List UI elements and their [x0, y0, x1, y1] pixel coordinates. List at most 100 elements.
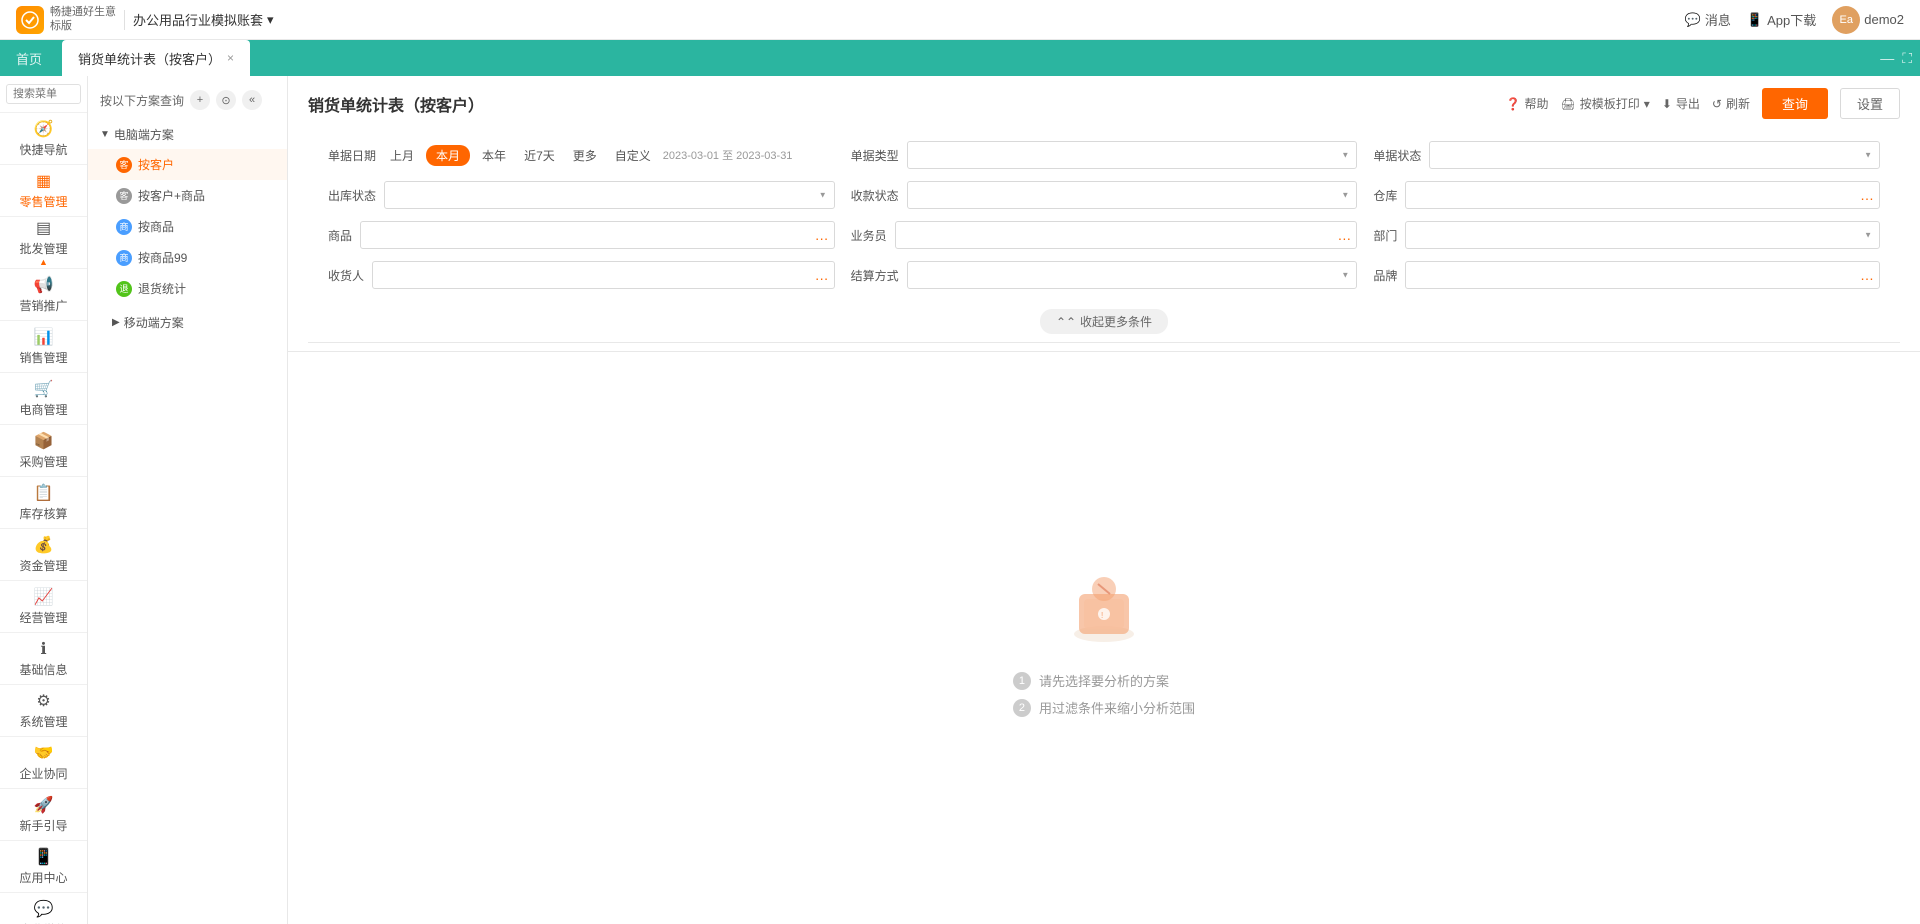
marketing-icon: 📢 — [34, 275, 54, 295]
sidebar-item-wechat[interactable]: 💬 企业微信 — [0, 893, 87, 924]
department-select[interactable] — [1405, 221, 1880, 249]
date-tab-this-month[interactable]: 本月 — [426, 145, 470, 166]
collapse-icon: ⌃⌃ — [1056, 315, 1076, 329]
nav-section-desktop-title[interactable]: ▼ 电脑端方案 — [88, 120, 287, 149]
doc-type-select[interactable] — [907, 141, 1358, 169]
warehouse-dots-icon[interactable]: … — [1860, 187, 1874, 203]
empty-tip-1: 1 请先选择要分析的方案 — [1013, 671, 1195, 690]
query-button[interactable]: 查询 — [1762, 88, 1828, 119]
sidebar-item-finance[interactable]: 💰 资金管理 — [0, 529, 87, 581]
returns-icon: 退 — [116, 281, 132, 297]
onboarding-icon: 🚀 — [34, 795, 54, 815]
retail-icon: ▦ — [36, 171, 51, 191]
app-logo-icon — [16, 6, 44, 34]
brand-dots-icon[interactable]: … — [1860, 267, 1874, 283]
system-icon: ⚙ — [36, 691, 50, 711]
sidebar-item-quick-nav[interactable]: 🧭 快捷导航 — [0, 113, 87, 165]
nav-item-customer-goods[interactable]: 客 按客户+商品 — [88, 180, 287, 211]
search-input[interactable] — [6, 84, 81, 104]
brand-control: … — [1405, 261, 1880, 289]
consignee-input[interactable] — [372, 261, 835, 289]
sidebar-item-operations[interactable]: 📈 经营管理 — [0, 581, 87, 633]
consignee-control: … — [372, 261, 835, 289]
sidebar-item-ecommerce[interactable]: 🛒 电商管理 — [0, 373, 87, 425]
nav-item-by-goods[interactable]: 商 按商品 — [88, 211, 287, 242]
sidebar-item-wholesale[interactable]: ▤ 批发管理 ▲ — [0, 217, 87, 269]
nav-collapse-button[interactable]: « — [242, 90, 262, 110]
avatar: Ea — [1832, 6, 1860, 34]
user-profile[interactable]: Ea demo2 — [1832, 6, 1904, 34]
print-icon: 🖨 — [1561, 97, 1576, 111]
help-button[interactable]: ❓ 帮助 — [1506, 95, 1549, 112]
download-icon: 📱 — [1747, 12, 1763, 28]
filter-consignee: 收货人 … — [328, 261, 835, 289]
filter-salesman: 业务员 … — [851, 221, 1358, 249]
sidebar-item-inventory[interactable]: 📋 库存核算 — [0, 477, 87, 529]
date-filter: 上月 本月 本年 近7天 更多 自定义 2023-03-01 至 2023-03… — [384, 145, 792, 166]
sidebar-item-onboarding[interactable]: 🚀 新手引导 — [0, 789, 87, 841]
salesman-input[interactable] — [895, 221, 1358, 249]
page-actions: ❓ 帮助 🖨 按模板打印 ▾ ⬇ 导出 ↺ — [1506, 88, 1900, 119]
tab-close-icon[interactable]: × — [227, 51, 234, 65]
header-company-selector[interactable]: 办公用品行业模拟账套 ▾ — [133, 10, 274, 29]
filter-brand: 品牌 … — [1373, 261, 1880, 289]
doc-status-select[interactable] — [1429, 141, 1880, 169]
filter-date: 单据日期 上月 本月 本年 近7天 更多 自定义 2023-03-01 至 20… — [328, 145, 835, 166]
operations-icon: 📈 — [34, 587, 54, 607]
salesman-dots-icon[interactable]: … — [1337, 227, 1351, 243]
sales-icon: 📊 — [34, 327, 54, 347]
nav-section-mobile-title[interactable]: ▶ 移动端方案 — [88, 308, 287, 337]
goods-input[interactable] — [360, 221, 835, 249]
collapse-button[interactable]: ⌃⌃ 收起更多条件 — [1040, 309, 1168, 334]
date-tab-this-year[interactable]: 本年 — [476, 145, 512, 166]
header-left: 畅捷通好生意 标版 办公用品行业模拟账套 ▾ — [16, 6, 274, 34]
goods-dots-icon[interactable]: … — [815, 227, 829, 243]
app-download-button[interactable]: 📱 App下载 — [1747, 10, 1816, 29]
nav-item-by-goods99[interactable]: 商 按商品99 — [88, 242, 287, 273]
date-tab-custom[interactable]: 自定义 — [609, 145, 657, 166]
goods-icon: 商 — [116, 219, 132, 235]
refresh-button[interactable]: ↺ 刷新 — [1712, 95, 1750, 112]
print-button[interactable]: 🖨 按模板打印 ▾ — [1561, 95, 1650, 112]
goods-control: … — [360, 221, 835, 249]
settlement-select[interactable] — [907, 261, 1358, 289]
export-icon: ⬇ — [1662, 97, 1672, 111]
warehouse-input[interactable] — [1405, 181, 1880, 209]
sidebar-item-marketing[interactable]: 📢 营销推广 — [0, 269, 87, 321]
header-right: 💬 消息 📱 App下载 Ea demo2 — [1685, 6, 1904, 34]
receipt-status-select[interactable] — [907, 181, 1358, 209]
message-button[interactable]: 💬 消息 — [1685, 10, 1731, 29]
out-status-select[interactable] — [384, 181, 835, 209]
date-tab-more[interactable]: 更多 — [567, 145, 603, 166]
sidebar-item-collab[interactable]: 🤝 企业协同 — [0, 737, 87, 789]
filter-department: 部门 — [1373, 221, 1880, 249]
date-tab-last-month[interactable]: 上月 — [384, 145, 420, 166]
basic-info-icon: ℹ — [40, 639, 46, 659]
collapse-bar: ⌃⌃ 收起更多条件 — [308, 301, 1900, 343]
filter-warehouse: 仓库 … — [1373, 181, 1880, 209]
sidebar-item-app-center[interactable]: 📱 应用中心 — [0, 841, 87, 893]
filter-area: 单据日期 上月 本月 本年 近7天 更多 自定义 2023-03-01 至 20… — [308, 129, 1900, 301]
nav-item-by-customer[interactable]: 客 按客户 — [88, 149, 287, 180]
nav-item-returns[interactable]: 退 退货统计 — [88, 273, 287, 304]
settings-button[interactable]: 设置 — [1840, 88, 1900, 119]
sidebar-item-sales[interactable]: 📊 销售管理 — [0, 321, 87, 373]
nav-settings-button[interactable]: ⊙ — [216, 90, 236, 110]
filter-goods: 商品 … — [328, 221, 835, 249]
tab-minimize-icon[interactable]: — — [1880, 50, 1894, 66]
nav-add-button[interactable]: + — [190, 90, 210, 110]
tab-sales-stats[interactable]: 销货单统计表（按客户） × — [62, 40, 250, 76]
tab-expand-icon[interactable]: ⛶ — [1902, 50, 1912, 67]
sidebar-item-purchase[interactable]: 📦 采购管理 — [0, 425, 87, 477]
consignee-dots-icon[interactable]: … — [815, 267, 829, 283]
tab-home[interactable]: 首页 — [0, 40, 58, 76]
nav-tree: 按以下方案查询 + ⊙ « ▼ 电脑端方案 客 按客户 客 按客户+商品 — [88, 76, 288, 924]
brand-input[interactable] — [1405, 261, 1880, 289]
export-button[interactable]: ⬇ 导出 — [1662, 95, 1700, 112]
salesman-control: … — [895, 221, 1358, 249]
sidebar-item-basic-info[interactable]: ℹ 基础信息 — [0, 633, 87, 685]
date-tab-7days[interactable]: 近7天 — [518, 145, 561, 166]
sidebar-item-retail[interactable]: ▦ 零售管理 — [0, 165, 87, 217]
sidebar-item-system[interactable]: ⚙ 系统管理 — [0, 685, 87, 737]
tip-num-1: 1 — [1013, 672, 1031, 690]
